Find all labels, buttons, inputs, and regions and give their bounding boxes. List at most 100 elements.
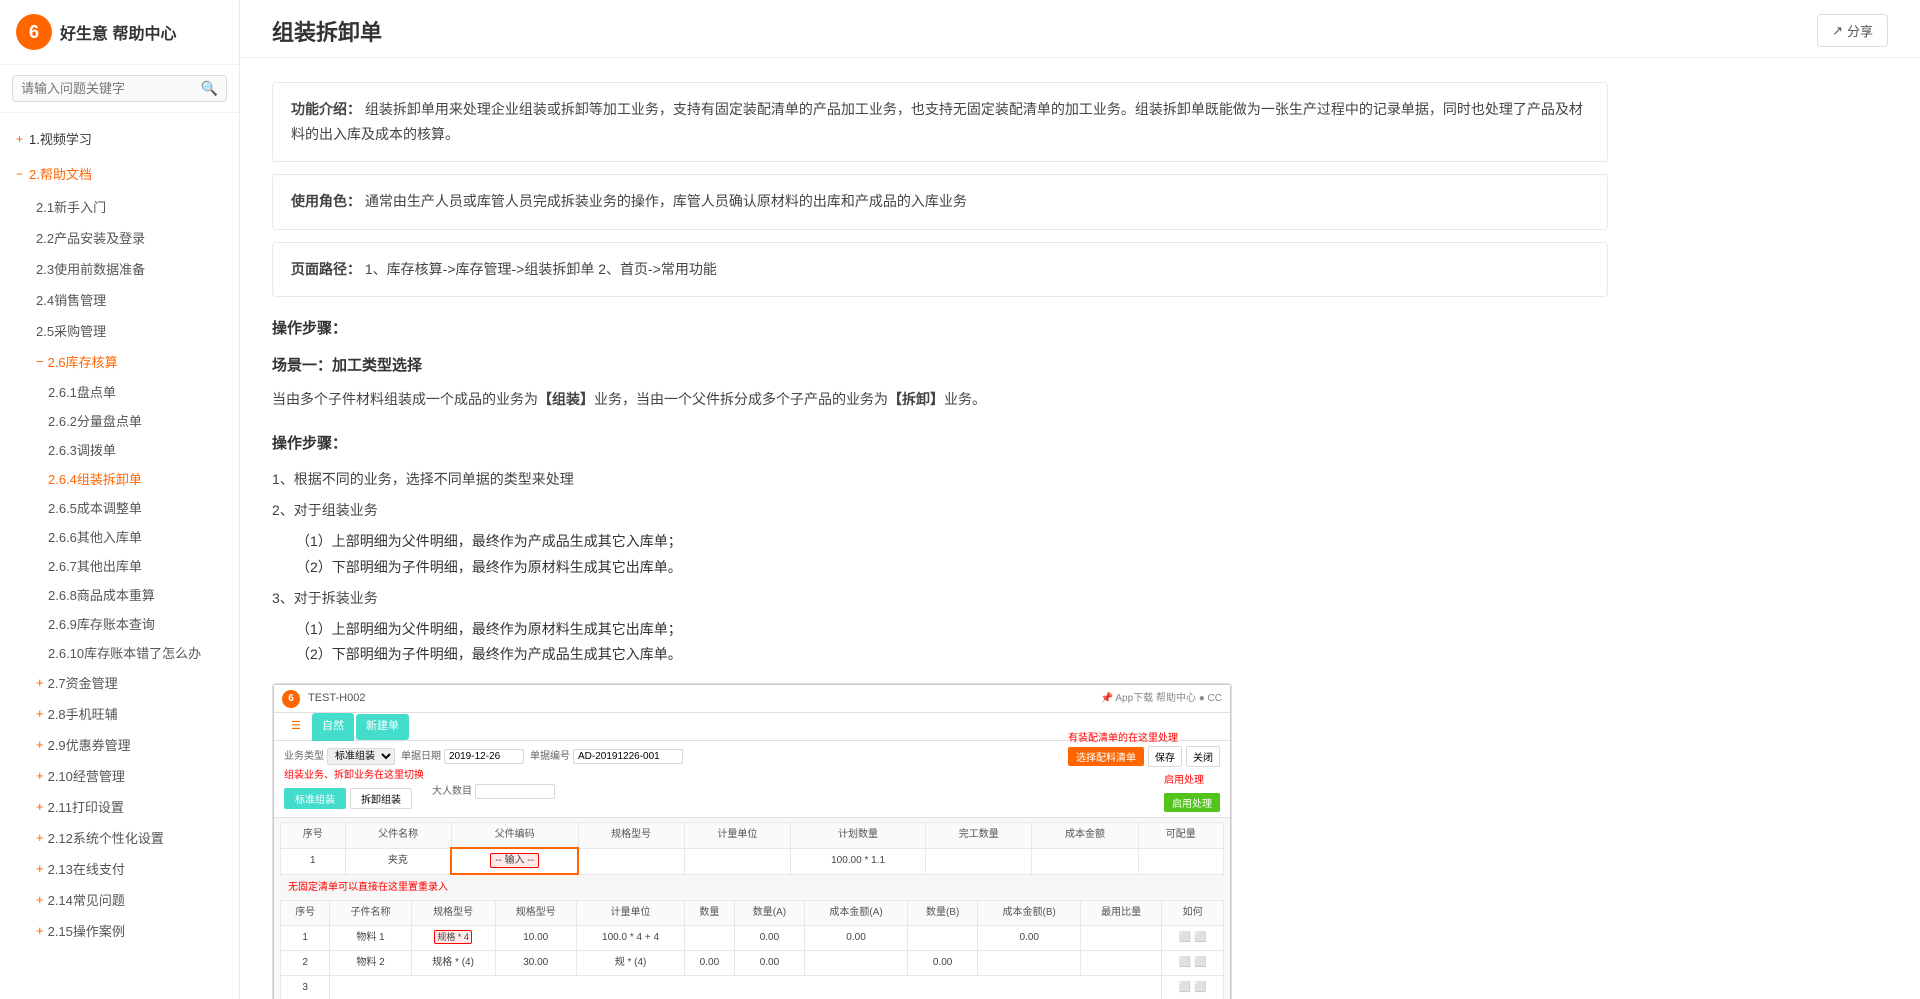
- sub-sub-2.6.5[interactable]: 2.6.5成本调整单: [0, 493, 239, 522]
- app-bar-icons: 📌 App下载 帮助中心 ● CC: [1101, 690, 1222, 708]
- sub-sub-2.6.4[interactable]: 2.6.4组装拆卸单: [0, 464, 239, 493]
- logo-text: 好生意 帮助中心: [60, 20, 176, 44]
- th-qty-plan: 计划数量: [790, 823, 925, 849]
- sub-nav-2.7[interactable]: +2.7资金管理: [0, 667, 239, 698]
- step2-sub: （1）上部明细为父件明细，最终作为产成品生成其它入库单； （2）下部明细为子件明…: [296, 529, 1608, 579]
- field-id-label: 单据编号: [530, 748, 570, 766]
- sub-nav-2.15[interactable]: +2.15操作案例: [0, 915, 239, 946]
- sub-nav-2.6[interactable]: − 2.6库存核算: [0, 346, 239, 377]
- btn-save[interactable]: 保存: [1148, 746, 1182, 767]
- disassemble-keyword: 【拆卸】: [888, 391, 944, 407]
- sub-sub-2.6.10[interactable]: 2.6.10库存账本错了怎么办: [0, 638, 239, 667]
- annotation1-label: 有装配清单的在这里处理: [1068, 730, 1178, 748]
- sub-th-spec: 规格型号: [495, 901, 576, 926]
- role-label: 使用角色：: [291, 193, 361, 209]
- sub-td-qtyB-2: 0.00: [907, 951, 978, 976]
- sub-th-qty-b: 数量(B): [907, 901, 978, 926]
- step2-sub2: （2）下部明细为子件明细，最终作为原材料生成其它出库单。: [296, 555, 1608, 580]
- sub-sub-2.6.6[interactable]: 2.6.6其他入库单: [0, 522, 239, 551]
- search-button[interactable]: 🔍: [201, 80, 218, 97]
- sub-th-ratio: 最用比量: [1080, 901, 1161, 926]
- sub-nav-docs: 2.1新手入门 2.2产品安装及登录 2.3使用前数据准备 2.4销售管理 2.…: [0, 191, 239, 946]
- sub-sub-2.6.3[interactable]: 2.6.3调拨单: [0, 435, 239, 464]
- sub-th-qty-a: 数量(A): [734, 901, 805, 926]
- sub-td-unit-1: 100.0 * 4 + 4: [576, 926, 684, 951]
- sub-nav-2.8[interactable]: +2.8手机旺辅: [0, 698, 239, 729]
- sub-td-ratio-1: [1080, 926, 1161, 951]
- app-sub-table: 序号 子件名称 规格型号 规格型号 计量单位 数量 数量(A) 成本金额(A) …: [280, 900, 1224, 999]
- btn-process[interactable]: 启用处理: [1164, 793, 1220, 812]
- sub-td-spec-1: 10.00: [495, 926, 576, 951]
- path-text: 1、库存核算->库存管理->组装拆卸单 2、首页->常用功能: [365, 261, 717, 277]
- field-type-select[interactable]: 标准组装: [327, 748, 395, 765]
- field-date-label: 单据日期: [401, 748, 441, 766]
- sub-nav-2.9[interactable]: +2.9优惠券管理: [0, 729, 239, 760]
- sub-td-seq-3: 3: [281, 976, 330, 999]
- sub-nav-2.13[interactable]: +2.13在线支付: [0, 853, 239, 884]
- app-screenshot-container: 6 TEST-H002 📌 App下载 帮助中心 ● CC ☰ 自然 新建单 业…: [272, 683, 1232, 999]
- app-tab-ziran[interactable]: 自然: [312, 713, 354, 741]
- page-title: 组装拆卸单: [272, 15, 382, 47]
- search-input[interactable]: [21, 81, 201, 96]
- sub-nav-2.2[interactable]: 2.2产品安装及登录: [0, 222, 239, 253]
- sub-th-name: 子件名称: [330, 901, 411, 926]
- sub-th-code: 规格型号: [411, 901, 495, 926]
- sub-td-spec-2: 30.00: [495, 951, 576, 976]
- field-id-input[interactable]: [573, 749, 683, 764]
- type-row: 组装业务、拆卸业务在这里切换 标准组装 拆卸组装 大人数目 启用处理 启用处理: [284, 771, 1220, 812]
- sub-nav-2.3[interactable]: 2.3使用前数据准备: [0, 253, 239, 284]
- sub-th-qty: 数量: [685, 901, 734, 926]
- type-btn-assemble[interactable]: 标准组装: [284, 788, 346, 809]
- sub-td-qtyA-2: 0.00: [734, 951, 805, 976]
- field-type-label: 业务类型: [284, 748, 324, 766]
- step3-text: 3、对于拆装业务: [272, 586, 1608, 611]
- field-customer-input[interactable]: [475, 784, 555, 799]
- type-btn-disassemble[interactable]: 拆卸组装: [350, 788, 412, 809]
- app-tab-new[interactable]: 新建单: [356, 714, 409, 740]
- sub-td-ratio-2: [1080, 951, 1161, 976]
- sub-sub-2.6.8[interactable]: 2.6.8商品成本重算: [0, 580, 239, 609]
- field-customer: 大人数目: [432, 783, 555, 801]
- th-spec: 规格型号: [578, 823, 684, 849]
- sub-sub-2.6.7[interactable]: 2.6.7其他出库单: [0, 551, 239, 580]
- app-table-area: 序号 父件名称 父件编码 规格型号 计量单位 计划数量 完工数量 成本金额 可配…: [274, 818, 1230, 999]
- sub-sub-nav-2.6: 2.6.1盘点单 2.6.2分量盘点单 2.6.3调拨单 2.6.4组装拆卸单 …: [0, 377, 239, 667]
- logo-area: 6 好生意 帮助中心: [0, 0, 239, 65]
- plus-icon-2.10: +: [36, 768, 44, 783]
- sub-input-1: 规格 * 4: [434, 930, 472, 944]
- sub-nav-2.12[interactable]: +2.12系统个性化设置: [0, 822, 239, 853]
- sub-nav-2.14[interactable]: +2.14常见问题: [0, 884, 239, 915]
- sub-nav-2.5[interactable]: 2.5采购管理: [0, 315, 239, 346]
- th-can-match: 可配量: [1138, 823, 1223, 849]
- sub-nav-2.4[interactable]: 2.4销售管理: [0, 284, 239, 315]
- sub-td-action-3: ⬜ ⬜: [1162, 976, 1224, 999]
- nav-item-header-video[interactable]: + 1.视频学习: [0, 121, 239, 156]
- feature-intro-label: 功能介绍：: [291, 101, 361, 117]
- plus-icon-2.9: +: [36, 737, 44, 752]
- sub-nav-2.1[interactable]: 2.1新手入门: [0, 191, 239, 222]
- nav-item-docs[interactable]: − 2.帮助文档 2.1新手入门 2.2产品安装及登录 2.3使用前数据准备 2…: [0, 156, 239, 946]
- td-spec: [578, 848, 684, 874]
- sub-nav-2.11[interactable]: +2.11打印设置: [0, 791, 239, 822]
- sub-table-row-3: 3 ⬜ ⬜: [281, 976, 1224, 999]
- plus-icon-2.7: +: [36, 675, 44, 690]
- plus-icon-2.8: +: [36, 706, 44, 721]
- step2-sub1: （1）上部明细为父件明细，最终作为产成品生成其它入库单；: [296, 529, 1608, 554]
- nav-label-video: 1.视频学习: [29, 129, 92, 148]
- btn-select-material[interactable]: 选择配料清单: [1068, 747, 1144, 766]
- nav-item-header-docs[interactable]: − 2.帮助文档: [0, 156, 239, 191]
- sub-td-qtyB-1: [907, 926, 978, 951]
- field-date-input[interactable]: [444, 749, 524, 764]
- nav-item-video[interactable]: + 1.视频学习: [0, 121, 239, 156]
- share-button[interactable]: ↗ 分享: [1817, 14, 1888, 47]
- sub-nav-2.10[interactable]: +2.10经营管理: [0, 760, 239, 791]
- sub-sub-2.6.2[interactable]: 2.6.2分量盘点单: [0, 406, 239, 435]
- share-label: 分享: [1847, 21, 1873, 40]
- app-bar-title: TEST-H002: [308, 689, 365, 709]
- btn-close[interactable]: 关闭: [1186, 746, 1220, 767]
- annotation3-label: 组装业务、拆卸业务在这里切换: [284, 767, 424, 785]
- sub-sub-2.6.1[interactable]: 2.6.1盘点单: [0, 377, 239, 406]
- sub-sub-2.6.9[interactable]: 2.6.9库存账本查询: [0, 609, 239, 638]
- sub-td-action-2: ⬜ ⬜: [1162, 951, 1224, 976]
- plus-icon-2.11: +: [36, 799, 44, 814]
